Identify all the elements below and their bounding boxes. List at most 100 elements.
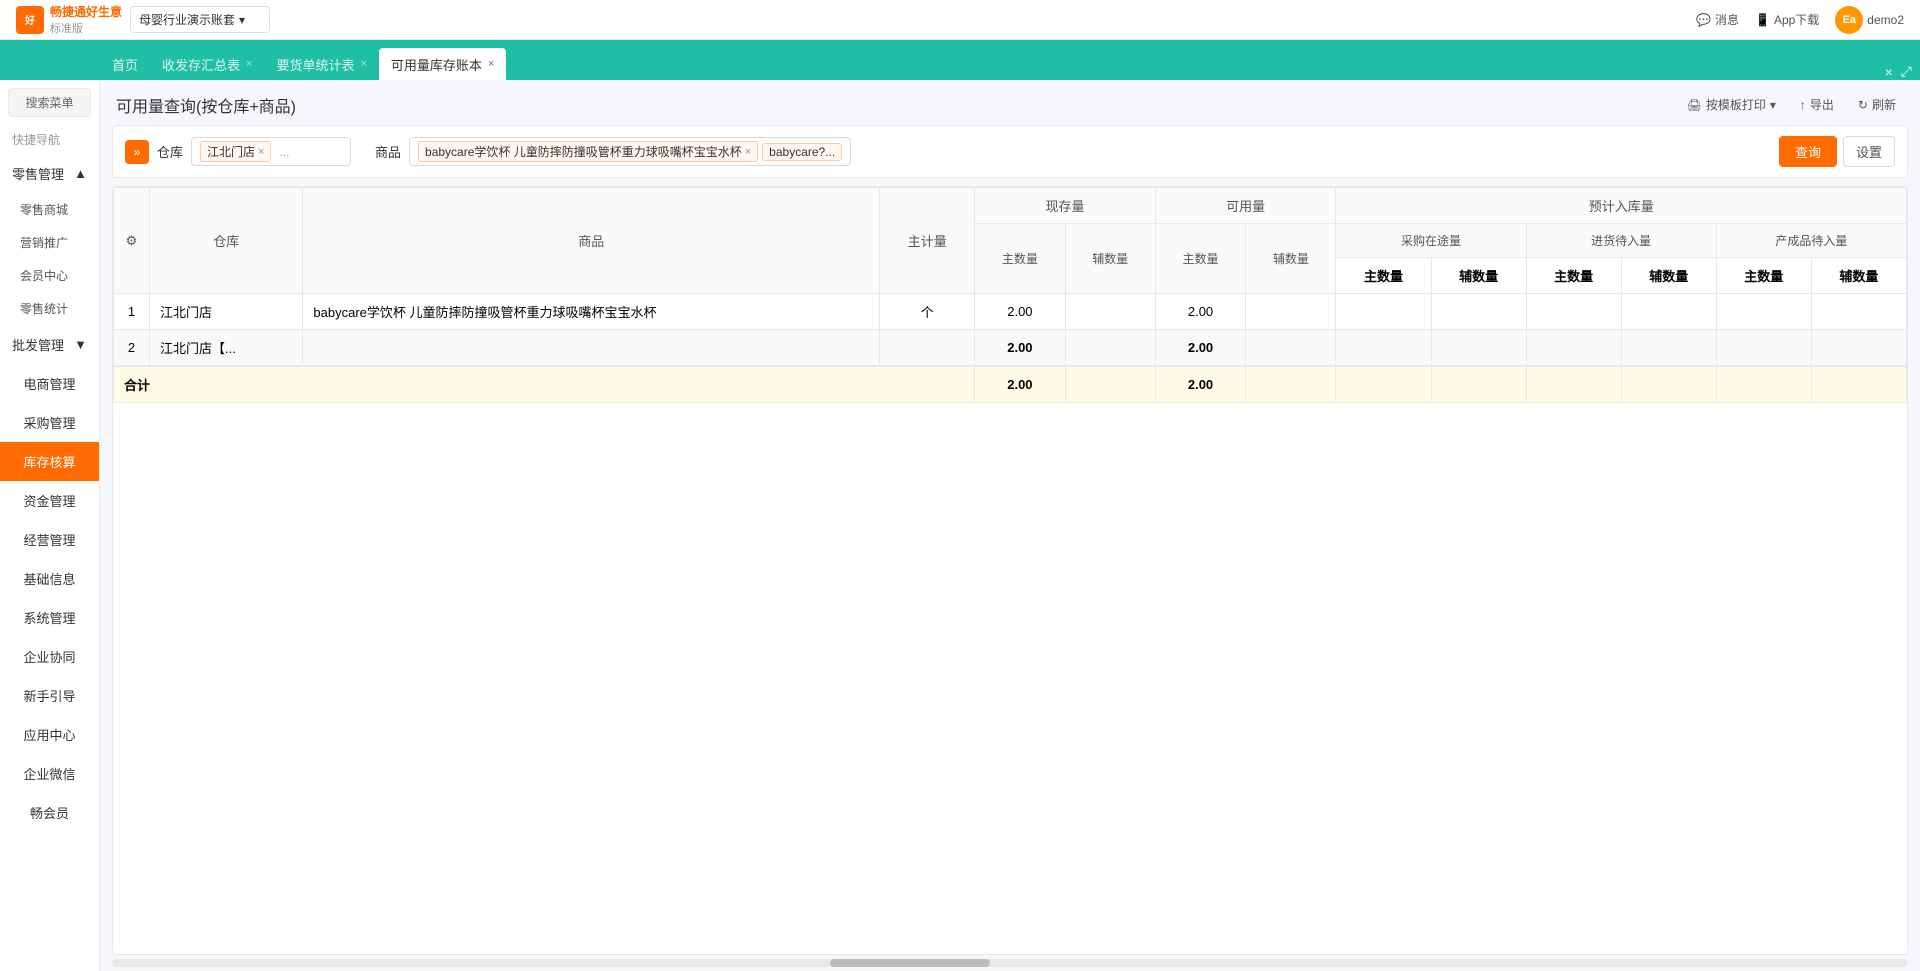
sidebar-item-purchase-mgmt[interactable]: 采购管理 [0, 403, 99, 442]
th-avail-aux: 辅数量 [1246, 224, 1336, 294]
cell-stock-aux-1 [1065, 294, 1155, 330]
page-actions: 🖨 按模板打印 ↑ 导出 ↻ 刷新 [1679, 92, 1904, 117]
data-table: ⚙ 仓库 商品 主计量 现存量 可用量 预计入库量 主数量 辅数量 主数量 辅数… [113, 187, 1907, 403]
sidebar-item-wholesale-mgmt[interactable]: 批发管理 ▼ [0, 325, 99, 364]
print-chevron-icon [1770, 98, 1776, 112]
warehouse-more-btn[interactable]: ... [275, 145, 293, 159]
print-icon: 🖨 [1687, 98, 1702, 112]
sidebar-item-marketing[interactable]: 营销推广 [0, 226, 99, 259]
cell-prod-aux-2 [1811, 330, 1906, 367]
app-download-btn[interactable]: 📱 App下载 [1755, 11, 1819, 28]
sidebar-item-system[interactable]: 系统管理 [0, 598, 99, 637]
sidebar-item-operations[interactable]: 经营管理 [0, 520, 99, 559]
h-scrollbar-thumb[interactable] [830, 959, 990, 967]
tab-window-btn[interactable]: × [1885, 64, 1893, 80]
sidebar-nav-label: 快捷导航 [0, 125, 99, 154]
cell-prod-aux-1 [1811, 294, 1906, 330]
cell-pt-aux-2 [1431, 330, 1526, 367]
filter-section: » 仓库 江北门店 × ... 商品 babycare学饮杯 儿童防摔防撞吸管杯… [112, 125, 1908, 178]
wholesale-chevron-icon: ▼ [74, 337, 87, 352]
sidebar-item-cooperation[interactable]: 企业协同 [0, 637, 99, 676]
th-product: 商品 [303, 188, 880, 294]
th-settings[interactable]: ⚙ [114, 188, 150, 294]
th-purchase-transit: 采购在途量 [1336, 224, 1526, 258]
refresh-icon: ↻ [1858, 98, 1868, 112]
cell-avail-aux-1 [1246, 294, 1336, 330]
tenant-selector[interactable]: 母婴行业演示账套 [130, 6, 270, 33]
top-bar-right: 💬 消息 📱 App下载 Ea demo2 [1696, 6, 1904, 34]
sidebar-item-retail-mall[interactable]: 零售商城 [0, 193, 99, 226]
print-template-btn[interactable]: 🖨 按模板打印 [1679, 92, 1784, 117]
cell-product-2 [303, 330, 880, 367]
th-avail-main: 主数量 [1155, 224, 1245, 294]
sidebar-item-app-center[interactable]: 应用中心 [0, 715, 99, 754]
warehouse-tag-close[interactable]: × [258, 146, 264, 158]
sidebar-item-base-info[interactable]: 基础信息 [0, 559, 99, 598]
tab-order-stats[interactable]: 要货单统计表 × [264, 48, 378, 80]
sidebar-item-enterprise-wechat[interactable]: 企业微信 [0, 754, 99, 793]
tab-receive-send[interactable]: 收发存汇总表 × [150, 48, 264, 80]
product-filter-input[interactable]: babycare学饮杯 儿童防摔防撞吸管杯重力球吸嘴杯宝宝水杯 × babyca… [409, 137, 851, 166]
th-pt-aux: 辅数量 [1431, 258, 1526, 294]
footer-pt-aux [1431, 366, 1526, 403]
sidebar-item-retail-stats[interactable]: 零售统计 [0, 292, 99, 325]
cell-avail-aux-2 [1246, 330, 1336, 367]
cell-inc-aux-2 [1621, 330, 1716, 367]
tab-available-stock-close[interactable]: × [488, 58, 494, 70]
warehouse-filter-input[interactable]: 江北门店 × ... [191, 137, 351, 166]
sidebar-item-member-center[interactable]: 会员中心 [0, 259, 99, 292]
tab-available-stock[interactable]: 可用量库存账本 × [379, 48, 506, 80]
th-inc-main: 主数量 [1526, 258, 1621, 294]
page-header: 可用量查询(按仓库+商品) 🖨 按模板打印 ↑ 导出 ↻ 刷新 [100, 80, 1920, 125]
cell-stock-main-1: 2.00 [975, 294, 1065, 330]
page-title: 可用量查询(按仓库+商品) [116, 93, 296, 117]
table-footer-row: 合计 2.00 2.00 [114, 366, 1907, 403]
cell-inc-aux-1 [1621, 294, 1716, 330]
cell-prod-main-1 [1716, 294, 1811, 330]
app-logo-text: 畅捷通好生意 标准版 [50, 3, 122, 36]
message-icon: 💬 [1696, 13, 1711, 27]
cell-inc-main-1 [1526, 294, 1621, 330]
tab-home[interactable]: 首页 [100, 48, 150, 80]
cell-product-1: babycare学饮杯 儿童防摔防撞吸管杯重力球吸嘴杯宝宝水杯 [303, 294, 880, 330]
message-btn[interactable]: 💬 消息 [1696, 11, 1739, 28]
th-inc-aux: 辅数量 [1621, 258, 1716, 294]
settings-btn[interactable]: 设置 [1843, 136, 1895, 167]
product-tag-2: babycare?... [762, 143, 842, 161]
table-container[interactable]: ⚙ 仓库 商品 主计量 现存量 可用量 预计入库量 主数量 辅数量 主数量 辅数… [112, 186, 1908, 955]
sidebar-item-new-guide[interactable]: 新手引导 [0, 676, 99, 715]
th-pt-main: 主数量 [1336, 258, 1431, 294]
top-bar-left: 好 畅捷通好生意 标准版 母婴行业演示账套 [16, 3, 270, 36]
product-filter-label: 商品 [375, 142, 401, 161]
content-area: 可用量查询(按仓库+商品) 🖨 按模板打印 ↑ 导出 ↻ 刷新 » [100, 80, 1920, 971]
cell-pt-main-2 [1336, 330, 1431, 367]
tab-order-stats-close[interactable]: × [360, 58, 366, 70]
export-icon: ↑ [1800, 98, 1806, 112]
sidebar-item-inventory[interactable]: 库存核算 [0, 442, 99, 481]
footer-pt-main [1336, 366, 1431, 403]
h-scrollbar-track[interactable] [112, 959, 1908, 967]
export-btn[interactable]: ↑ 导出 [1792, 92, 1842, 117]
download-icon: 📱 [1755, 13, 1770, 27]
tab-expand-btn[interactable]: ⤢ [1901, 63, 1912, 80]
th-production: 产成品待入量 [1716, 224, 1906, 258]
search-menu-btn[interactable]: 搜索菜单 [8, 88, 91, 117]
tab-receive-send-close[interactable]: × [246, 58, 252, 70]
top-bar: 好 畅捷通好生意 标准版 母婴行业演示账套 💬 消息 📱 App下载 Ea de… [0, 0, 1920, 40]
cell-index-1: 1 [114, 294, 150, 330]
product-tag1-close[interactable]: × [745, 146, 751, 158]
sidebar-item-member[interactable]: 畅会员 [0, 793, 99, 832]
user-area[interactable]: Ea demo2 [1835, 6, 1904, 34]
cell-inc-main-2 [1526, 330, 1621, 367]
sidebar: 搜索菜单 快捷导航 零售管理 ▲ 零售商城 营销推广 会员中心 零售统计 批发管… [0, 80, 100, 971]
sidebar-item-ecommerce[interactable]: 电商管理 [0, 364, 99, 403]
main-layout: 搜索菜单 快捷导航 零售管理 ▲ 零售商城 营销推广 会员中心 零售统计 批发管… [0, 80, 1920, 971]
refresh-btn[interactable]: ↻ 刷新 [1850, 92, 1904, 117]
sidebar-item-retail-mgmt[interactable]: 零售管理 ▲ [0, 154, 99, 193]
cell-stock-main-2: 2.00 [975, 330, 1065, 367]
cell-avail-main-2: 2.00 [1155, 330, 1245, 367]
sidebar-item-finance[interactable]: 资金管理 [0, 481, 99, 520]
filter-expand-btn[interactable]: » [125, 140, 149, 164]
bottom-scroll-area [100, 955, 1920, 971]
query-btn[interactable]: 查询 [1779, 136, 1837, 167]
